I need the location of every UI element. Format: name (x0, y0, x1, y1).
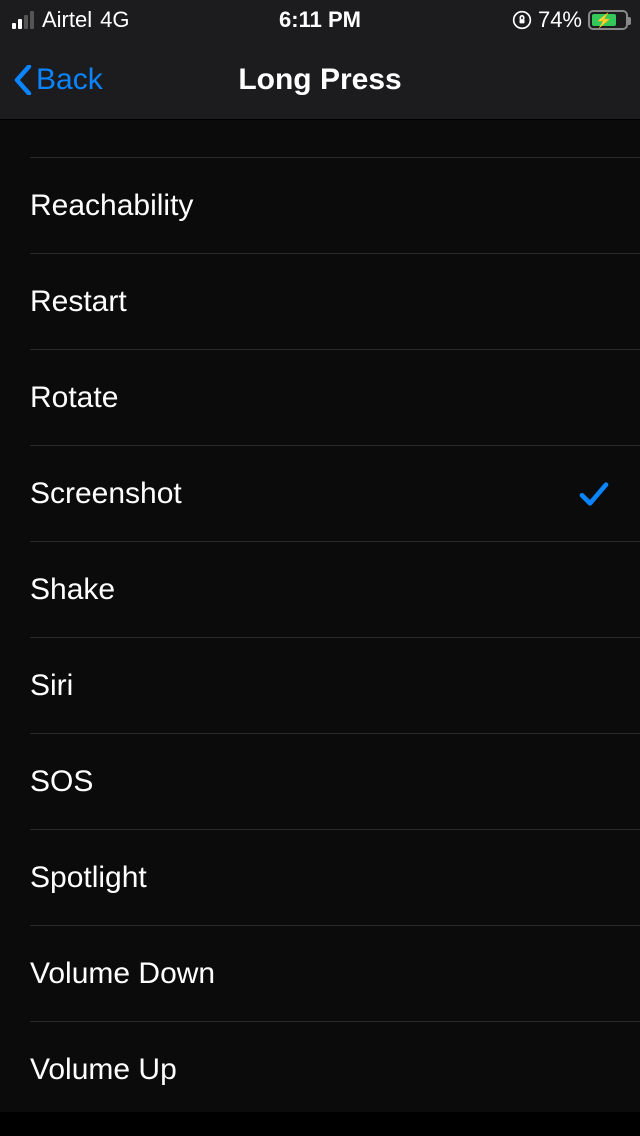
option-row[interactable]: SOS (30, 734, 640, 830)
list-spacer (30, 120, 640, 158)
option-label: Restart (30, 285, 127, 319)
carrier-label: Airtel (42, 7, 92, 33)
status-bar: Airtel 4G 6:11 PM 74% ⚡ (0, 0, 640, 40)
option-label: SOS (30, 765, 93, 799)
network-label: 4G (100, 7, 129, 33)
clock: 6:11 PM (279, 7, 361, 33)
charging-icon: ⚡ (595, 13, 612, 27)
rotation-lock-icon (512, 10, 532, 30)
option-row[interactable]: Reachability (30, 158, 640, 254)
option-row[interactable]: Rotate (30, 350, 640, 446)
option-label: Screenshot (30, 477, 182, 511)
option-label: Siri (30, 669, 73, 703)
option-label: Spotlight (30, 861, 147, 895)
back-label: Back (36, 63, 103, 97)
options-list: Reachability Restart Rotate Screenshot Shake… (0, 158, 640, 1112)
option-label: Reachability (30, 189, 193, 223)
page-title: Long Press (238, 63, 401, 97)
option-row[interactable]: Restart (30, 254, 640, 350)
option-row[interactable]: Volume Down (30, 926, 640, 1022)
option-label: Volume Up (30, 1053, 177, 1087)
option-row[interactable]: Volume Up (30, 1022, 640, 1112)
content: Reachability Restart Rotate Screenshot Shake… (0, 120, 640, 1112)
chevron-left-icon (14, 65, 32, 95)
status-right: 74% ⚡ (512, 7, 628, 33)
battery-pct: 74% (538, 7, 582, 33)
status-left: Airtel 4G (12, 7, 129, 33)
signal-icon (12, 11, 34, 29)
option-row[interactable]: Screenshot (30, 446, 640, 542)
check-icon (578, 478, 610, 510)
option-row[interactable]: Siri (30, 638, 640, 734)
option-label: Rotate (30, 381, 118, 415)
option-row[interactable]: Spotlight (30, 830, 640, 926)
nav-bar: Back Long Press (0, 40, 640, 120)
option-label: Shake (30, 573, 115, 607)
option-label: Volume Down (30, 957, 215, 991)
back-button[interactable]: Back (14, 63, 103, 97)
battery-icon: ⚡ (588, 10, 628, 30)
option-row[interactable]: Shake (30, 542, 640, 638)
bottom-bar (0, 1112, 640, 1136)
